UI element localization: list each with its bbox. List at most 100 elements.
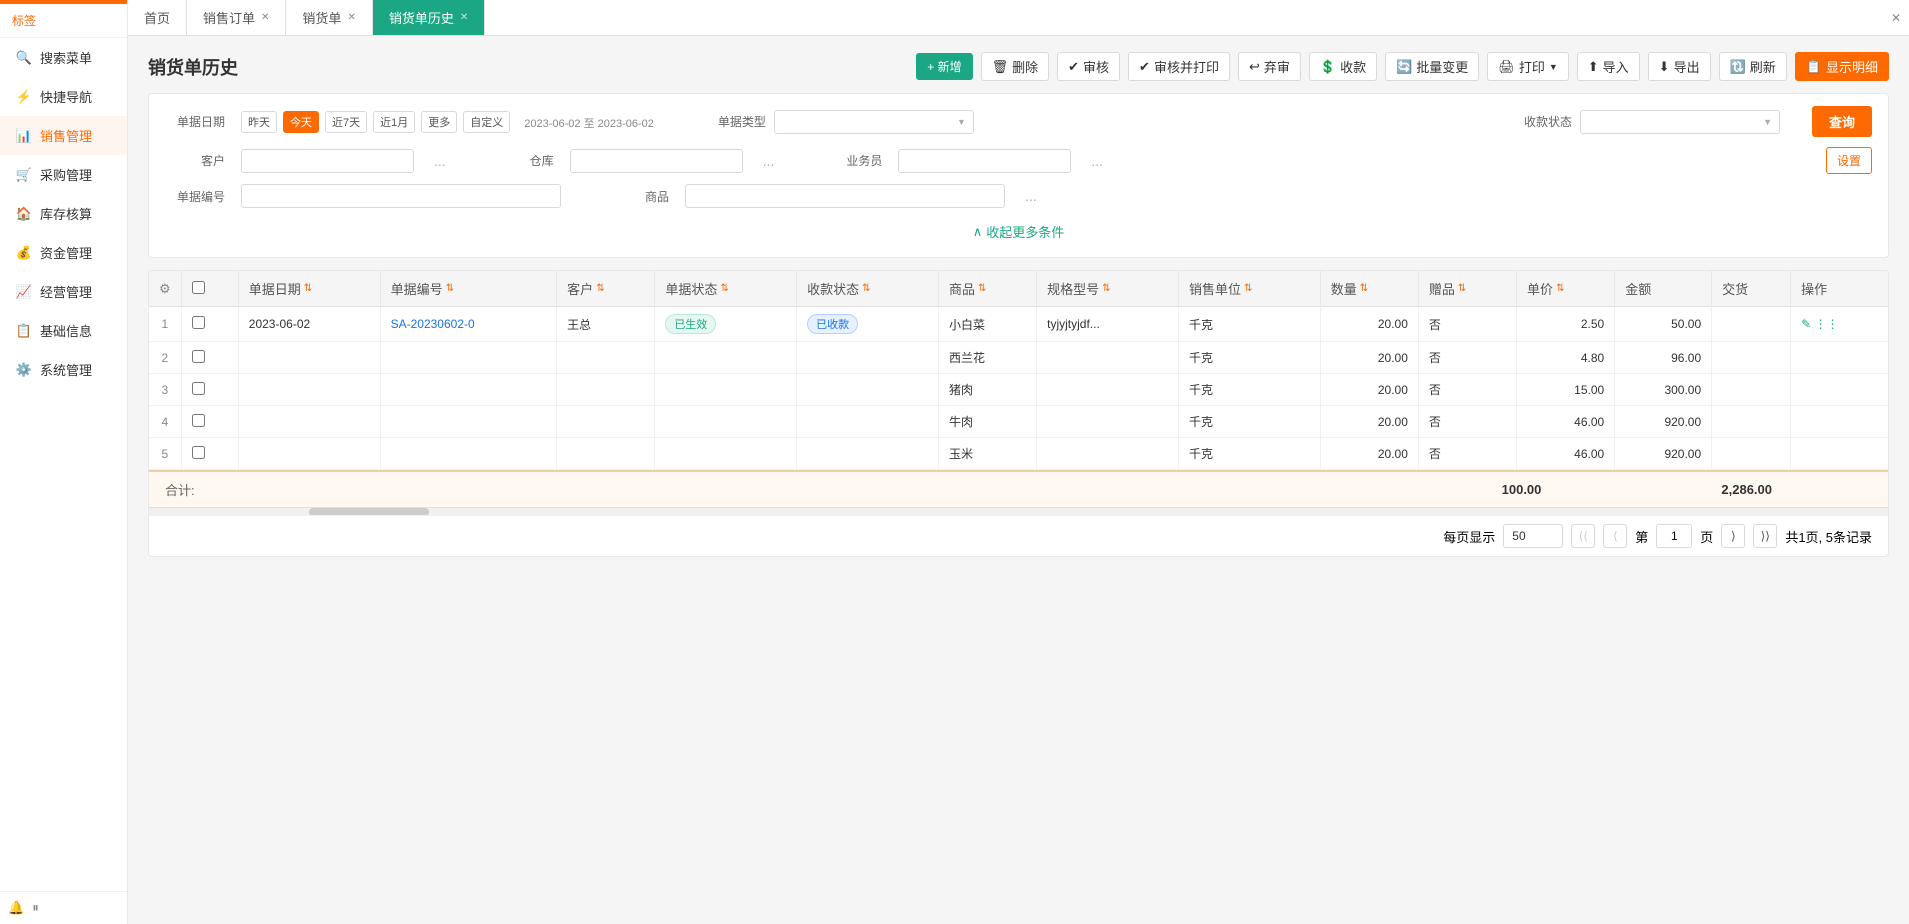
per-page-select[interactable]: 50 100: [1503, 524, 1563, 548]
page-number-input[interactable]: [1656, 524, 1692, 548]
export-button[interactable]: ⬇ 导出: [1648, 52, 1711, 81]
tab-sales-order[interactable]: 销售订单 ✕: [187, 0, 286, 35]
col-doc-date[interactable]: 单据日期⇅: [238, 271, 380, 307]
row-doc-status-0: 已生效: [655, 307, 797, 342]
tab-sales-history-close[interactable]: ✕: [460, 12, 468, 23]
doc-type-select[interactable]: [774, 110, 974, 134]
tab-sales-goods-close[interactable]: ✕: [347, 12, 355, 23]
abandon-button[interactable]: ↩ 弃审: [1238, 52, 1301, 81]
date-btn-7days[interactable]: 近7天: [325, 111, 367, 133]
refresh-button[interactable]: 🔃 刷新: [1719, 52, 1787, 81]
sidebar-item-operations[interactable]: 📈 经营管理: [0, 272, 127, 311]
sidebar-item-system[interactable]: ⚙️ 系统管理: [0, 350, 127, 389]
row-select-checkbox-3[interactable]: [192, 414, 205, 427]
first-page-button[interactable]: ⟨⟨: [1571, 524, 1595, 548]
col-settings[interactable]: ⚙: [149, 271, 181, 307]
date-btn-more[interactable]: 更多: [421, 111, 457, 133]
batch-change-button[interactable]: 🔄 批量变更: [1385, 52, 1479, 81]
row-checkbox-2[interactable]: [181, 374, 238, 406]
sidebar-bottom-icon1[interactable]: 🔔: [8, 900, 24, 916]
warehouse-input[interactable]: [570, 149, 743, 173]
date-btn-today[interactable]: 今天: [283, 111, 319, 133]
col-goods[interactable]: 商品⇅: [938, 271, 1036, 307]
row-checkbox-1[interactable]: [181, 342, 238, 374]
date-btn-1month[interactable]: 近1月: [373, 111, 415, 133]
warehouse-dots[interactable]: ...: [763, 153, 775, 169]
row-doc-number-1[interactable]: [380, 342, 557, 374]
salesperson-dots[interactable]: ...: [1091, 153, 1103, 169]
col-goods-label: 商品: [949, 279, 975, 298]
sidebar-bottom-icon2[interactable]: ⏸: [32, 900, 39, 916]
horizontal-scrollbar[interactable]: [149, 507, 1888, 515]
col-doc-status[interactable]: 单据状态⇅: [655, 271, 797, 307]
date-btn-yesterday[interactable]: 昨天: [241, 111, 277, 133]
table-gear-icon[interactable]: ⚙: [159, 281, 171, 296]
goods-input[interactable]: [685, 184, 1005, 208]
row-doc-status-3: [655, 406, 797, 438]
row-checkbox-3[interactable]: [181, 406, 238, 438]
print-button[interactable]: 🖨 打印 ▼: [1487, 52, 1568, 81]
sidebar-item-basic-info[interactable]: 📋 基础信息: [0, 311, 127, 350]
edit-button-0[interactable]: ✎: [1801, 317, 1811, 331]
sidebar-item-inventory[interactable]: 🏠 库存核算: [0, 194, 127, 233]
customer-dots[interactable]: ...: [434, 153, 446, 169]
prev-page-button[interactable]: ⟨: [1603, 524, 1627, 548]
table-header-row: ⚙ 单据日期⇅ 单据编号⇅ 客户⇅ 单据状态⇅ 收款状态⇅ 商品⇅ 规格型号⇅ …: [149, 271, 1888, 307]
row-select-checkbox-4[interactable]: [192, 446, 205, 459]
sidebar-logo: 标签: [0, 4, 127, 38]
row-num-4: 5: [149, 438, 181, 470]
tab-home-label: 首页: [144, 8, 170, 27]
row-checkbox-4[interactable]: [181, 438, 238, 470]
sidebar-item-sales[interactable]: 📊 销售管理: [0, 116, 127, 155]
row-checkbox-0[interactable]: [181, 307, 238, 342]
sidebar-item-purchase[interactable]: 🛒 采购管理: [0, 155, 127, 194]
more-button-0[interactable]: ⋮⋮: [1815, 317, 1839, 331]
payment-status-select[interactable]: [1580, 110, 1780, 134]
col-payment-status[interactable]: 收款状态⇅: [797, 271, 939, 307]
tab-sales-order-close[interactable]: ✕: [261, 12, 269, 23]
new-button[interactable]: + 新增: [916, 53, 972, 80]
row-doc-number-0[interactable]: SA-20230602-0: [380, 307, 557, 342]
tab-sales-goods[interactable]: 销货单 ✕: [286, 0, 372, 35]
col-customer[interactable]: 客户⇅: [557, 271, 655, 307]
row-doc-number-3[interactable]: [380, 406, 557, 438]
col-quantity[interactable]: 数量⇅: [1320, 271, 1418, 307]
select-all-checkbox[interactable]: [192, 281, 205, 294]
sidebar-item-finance[interactable]: 💰 资金管理: [0, 233, 127, 272]
audit-print-button[interactable]: ✔ 审核并打印: [1128, 52, 1230, 81]
row-select-checkbox-1[interactable]: [192, 350, 205, 363]
query-button[interactable]: 查询: [1812, 106, 1872, 137]
row-select-checkbox-2[interactable]: [192, 382, 205, 395]
sidebar-item-quick-nav[interactable]: ⚡ 快捷导航: [0, 77, 127, 116]
date-btn-custom[interactable]: 自定义: [463, 111, 510, 133]
collapse-button[interactable]: ∧ 收起更多条件: [969, 218, 1069, 245]
customer-input[interactable]: [241, 149, 414, 173]
import-button[interactable]: ⬆ 导入: [1577, 52, 1640, 81]
col-spec[interactable]: 规格型号⇅: [1037, 271, 1179, 307]
row-actions-1: [1791, 342, 1888, 374]
audit-button[interactable]: ✔ 审核: [1057, 52, 1120, 81]
delete-button[interactable]: 🗑 删除: [981, 52, 1050, 81]
settings-button[interactable]: 设置: [1826, 147, 1872, 174]
next-page-button[interactable]: ⟩: [1721, 524, 1745, 548]
row-doc-date-3: [238, 406, 380, 438]
row-doc-number-2[interactable]: [380, 374, 557, 406]
last-page-button[interactable]: ⟩⟩: [1753, 524, 1777, 548]
tab-sales-history[interactable]: 销货单历史 ✕: [373, 0, 485, 35]
col-gift[interactable]: 赠品⇅: [1418, 271, 1516, 307]
row-spec-2: [1037, 374, 1179, 406]
salesperson-input[interactable]: [898, 149, 1071, 173]
row-unit-1: 千克: [1178, 342, 1320, 374]
col-unit[interactable]: 销售单位⇅: [1178, 271, 1320, 307]
tab-bar-close-all[interactable]: ✕: [1891, 11, 1909, 25]
tab-home[interactable]: 首页: [128, 0, 187, 35]
collect-button[interactable]: 💲 收款: [1309, 52, 1377, 81]
row-select-checkbox-0[interactable]: [192, 316, 205, 329]
show-detail-button[interactable]: 📋 显示明细: [1795, 52, 1889, 81]
col-unit-price[interactable]: 单价⇅: [1517, 271, 1615, 307]
doc-number-input[interactable]: [241, 184, 561, 208]
goods-dots[interactable]: ...: [1025, 188, 1037, 204]
col-doc-number[interactable]: 单据编号⇅: [380, 271, 557, 307]
row-doc-number-4[interactable]: [380, 438, 557, 470]
sidebar-item-search[interactable]: 🔍 搜索菜单: [0, 38, 127, 77]
